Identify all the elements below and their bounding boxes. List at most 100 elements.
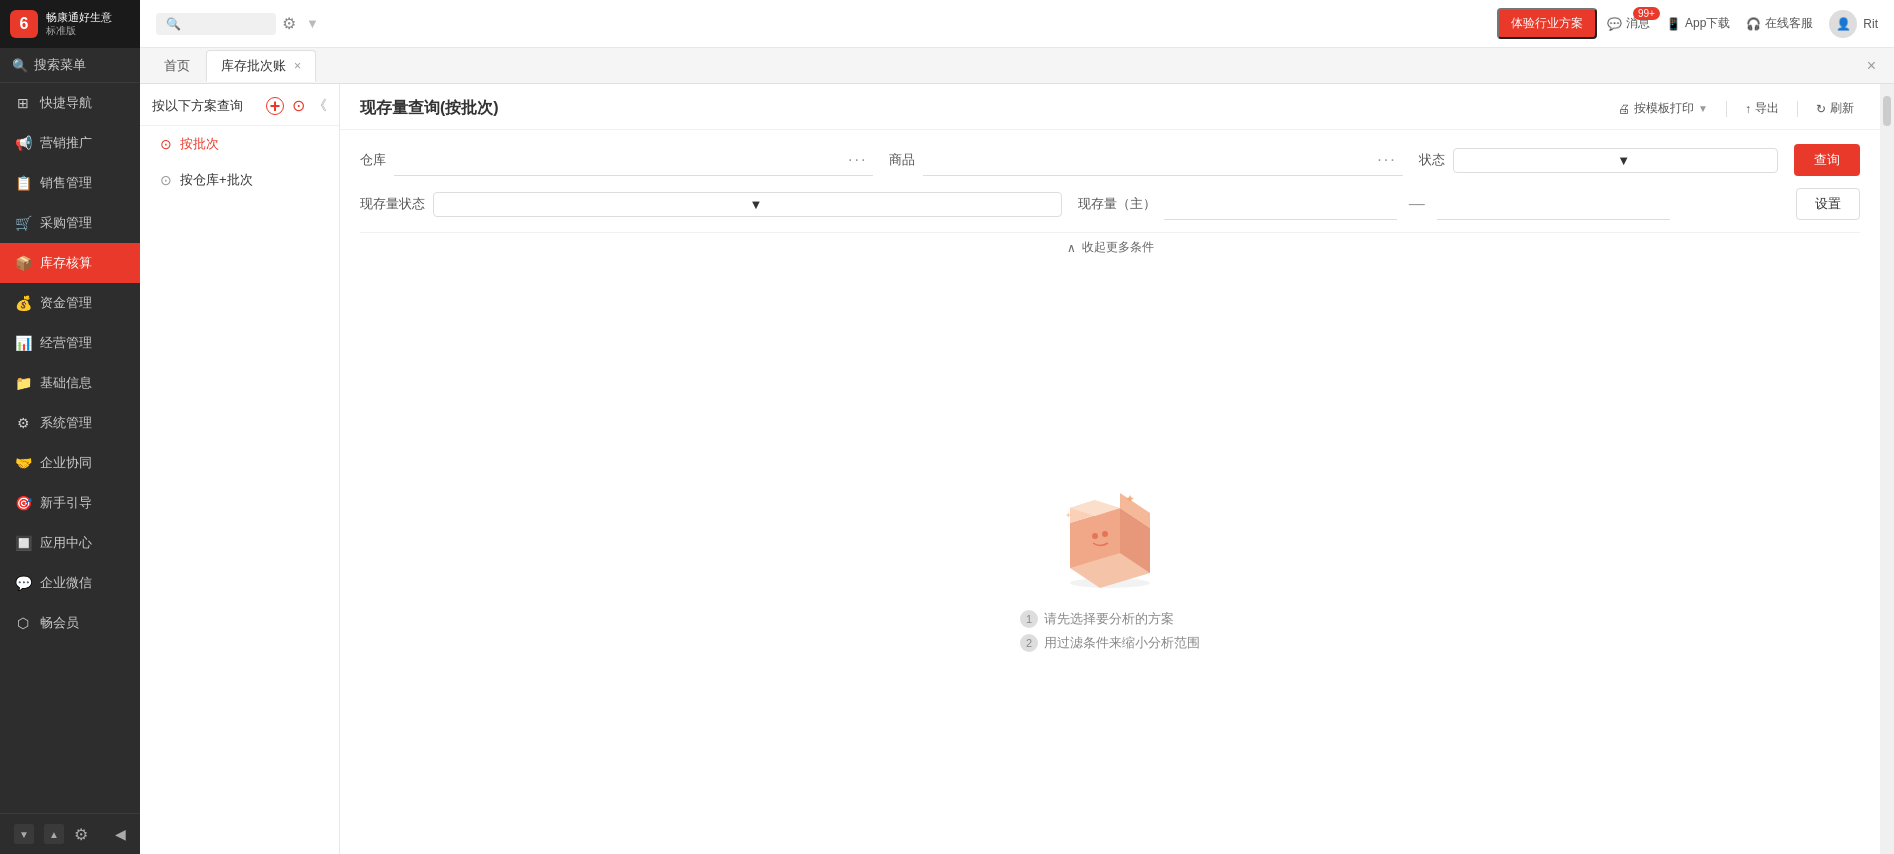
print-icon: 🖨 [1618, 102, 1630, 116]
nav-icon-sales: 📋 [14, 174, 32, 192]
page-title: 现存量查询(按批次) [360, 98, 499, 119]
filter-panel: 按以下方案查询 + ⊙ 《 ⊙ 按批次 ⊙ 按仓库+批次 [140, 84, 340, 854]
nav-label-apps: 应用中心 [40, 534, 92, 552]
user-menu-btn[interactable]: 👤 Rit [1829, 10, 1878, 38]
filter-panel-header: 按以下方案查询 + ⊙ 《 [140, 96, 339, 126]
stock-status-select[interactable]: ▼ [433, 192, 1062, 217]
sidebar-item-marketing[interactable]: 📢营销推广 [0, 123, 140, 163]
empty-hints: 1 请先选择要分析的方案 2 用过滤条件来缩小分析范围 [1020, 610, 1200, 652]
tab-panel-close-btn[interactable]: × [1859, 57, 1884, 75]
nav-label-marketing: 营销推广 [40, 134, 92, 152]
warehouse-dots[interactable]: ··· [848, 151, 867, 169]
stock-qty-label: 现存量（主） [1078, 195, 1156, 213]
topbar-gear-icon[interactable]: ⚙ [282, 14, 296, 33]
topbar-search-icon: 🔍 [166, 17, 181, 31]
stock-qty-max-text[interactable] [1443, 192, 1664, 215]
results-area: ✦ ✦ 1 请先选择要分析的方案 [340, 276, 1880, 854]
search-icon: 🔍 [12, 58, 28, 73]
app-download-btn[interactable]: 📱 App下载 [1666, 15, 1730, 32]
hint-2-text: 用过滤条件来缩小分析范围 [1044, 634, 1200, 652]
nav-icon-finance: 💰 [14, 294, 32, 312]
sidebar-header: 6 畅康通好生意 标准版 [0, 0, 140, 48]
search-area: 现存量查询(按批次) 🖨 按模板打印 ▼ ↑ 导出 ↻ 刷 [340, 84, 1880, 854]
sidebar-item-member[interactable]: ⬡畅会员 [0, 603, 140, 643]
print-btn[interactable]: 🖨 按模板打印 ▼ [1612, 96, 1714, 121]
filter-item-label-batch: 按批次 [180, 135, 219, 153]
settings-btn[interactable]: 设置 [1796, 188, 1860, 220]
stock-qty-dash: — [1409, 195, 1425, 213]
topbar-search-box[interactable]: 🔍 [156, 13, 276, 35]
topbar-breadcrumb: 🔍 ⚙ ▼ [156, 13, 1487, 35]
collapse-more-btn[interactable]: ∧ 收起更多条件 [360, 232, 1860, 262]
product-label: 商品 [889, 151, 915, 169]
filter-panel-actions: + ⊙ 《 [266, 96, 327, 115]
sidebar-search[interactable]: 🔍 搜索菜单 [0, 48, 140, 83]
status-select[interactable]: ▼ [1453, 148, 1778, 173]
filter-item-warehouse-batch[interactable]: ⊙ 按仓库+批次 [140, 162, 339, 198]
export-btn[interactable]: ↑ 导出 [1739, 96, 1785, 121]
sidebar-brand: 畅康通好生意 标准版 [46, 10, 112, 38]
query-btn[interactable]: 查询 [1794, 144, 1860, 176]
refresh-icon: ↻ [1816, 102, 1826, 116]
sidebar-item-system[interactable]: ⚙系统管理 [0, 403, 140, 443]
collapse-icon[interactable]: ◀ [115, 826, 126, 842]
sidebar-item-sales[interactable]: 📋销售管理 [0, 163, 140, 203]
topbar-actions: 💬 消息 99+ 📱 App下载 🎧 在线客服 👤 Rit [1607, 10, 1878, 38]
user-name: Rit [1863, 17, 1878, 31]
sidebar-item-enterprise[interactable]: 🤝企业协同 [0, 443, 140, 483]
sidebar: 6 畅康通好生意 标准版 🔍 搜索菜单 ⊞快捷导航📢营销推广📋销售管理🛒采购管理… [0, 0, 140, 854]
nav-label-member: 畅会员 [40, 614, 79, 632]
stock-qty-min-input[interactable] [1164, 188, 1397, 220]
refresh-btn[interactable]: ↻ 刷新 [1810, 96, 1860, 121]
tab-close-btn[interactable]: × [294, 59, 301, 73]
sidebar-item-apps[interactable]: 🔲应用中心 [0, 523, 140, 563]
settings-icon[interactable]: ⚙ [74, 825, 88, 844]
sidebar-item-operations[interactable]: 📊经营管理 [0, 323, 140, 363]
hint-2-num: 2 [1020, 634, 1038, 652]
scroll-up-btn[interactable]: ▲ [44, 824, 64, 844]
collapse-up-icon: ∧ [1067, 241, 1076, 255]
sidebar-logo: 6 [10, 10, 38, 38]
messages-btn[interactable]: 💬 消息 99+ [1607, 15, 1650, 32]
status-chevron: ▼ [1617, 153, 1769, 168]
filter-add-icon[interactable]: + [266, 97, 284, 115]
sidebar-item-basics[interactable]: 📁基础信息 [0, 363, 140, 403]
tab-home[interactable]: 首页 [150, 51, 204, 81]
svg-point-10 [1102, 531, 1108, 537]
stock-qty-min-text[interactable] [1170, 192, 1391, 215]
sidebar-item-guide[interactable]: 🎯新手引导 [0, 483, 140, 523]
trial-btn[interactable]: 体验行业方案 [1497, 8, 1597, 39]
export-label: 导出 [1755, 100, 1779, 117]
tab-inventory-batch[interactable]: 库存批次账 × [206, 50, 316, 82]
warehouse-text-input[interactable] [400, 148, 844, 171]
nav-label-quick-nav: 快捷导航 [40, 94, 92, 112]
sidebar-item-quick-nav[interactable]: ⊞快捷导航 [0, 83, 140, 123]
page-content: 按以下方案查询 + ⊙ 《 ⊙ 按批次 ⊙ 按仓库+批次 现存量查询(按批次) [140, 84, 1894, 854]
product-dots[interactable]: ··· [1377, 151, 1396, 169]
warehouse-input[interactable]: ··· [394, 144, 873, 176]
product-input[interactable]: ··· [923, 144, 1402, 176]
scroll-down-btn[interactable]: ▼ [14, 824, 34, 844]
sidebar-item-purchase[interactable]: 🛒采购管理 [0, 203, 140, 243]
print-chevron: ▼ [1698, 103, 1708, 114]
nav-label-purchase: 采购管理 [40, 214, 92, 232]
right-scrollbar[interactable] [1880, 84, 1894, 854]
sidebar-item-finance[interactable]: 💰 资金管理 [0, 283, 140, 323]
filter-panel-title: 按以下方案查询 [152, 97, 243, 115]
filter-settings-icon[interactable]: ⊙ [292, 96, 305, 115]
search-header-actions: 🖨 按模板打印 ▼ ↑ 导出 ↻ 刷新 [1612, 96, 1860, 121]
sidebar-item-wechat[interactable]: 💬企业微信 [0, 563, 140, 603]
product-text-input[interactable] [929, 148, 1373, 171]
nav-label-finance: 资金管理 [40, 294, 92, 312]
filter-collapse-icon[interactable]: 《 [313, 97, 327, 115]
warehouse-label: 仓库 [360, 151, 386, 169]
nav-icon-enterprise: 🤝 [14, 454, 32, 472]
online-service-btn[interactable]: 🎧 在线客服 [1746, 15, 1813, 32]
main-area: 🔍 ⚙ ▼ 体验行业方案 💬 消息 99+ 📱 App下载 🎧 在线客服 👤 [140, 0, 1894, 854]
filter-row-1: 仓库 ··· 商品 ··· 状态 [360, 144, 1860, 176]
stock-qty-max-input[interactable] [1437, 188, 1670, 220]
print-label: 按模板打印 [1634, 100, 1694, 117]
filter-item-batch[interactable]: ⊙ 按批次 [140, 126, 339, 162]
message-icon: 💬 [1607, 17, 1622, 31]
sidebar-item-inventory[interactable]: 📦库存核算 [0, 243, 140, 283]
